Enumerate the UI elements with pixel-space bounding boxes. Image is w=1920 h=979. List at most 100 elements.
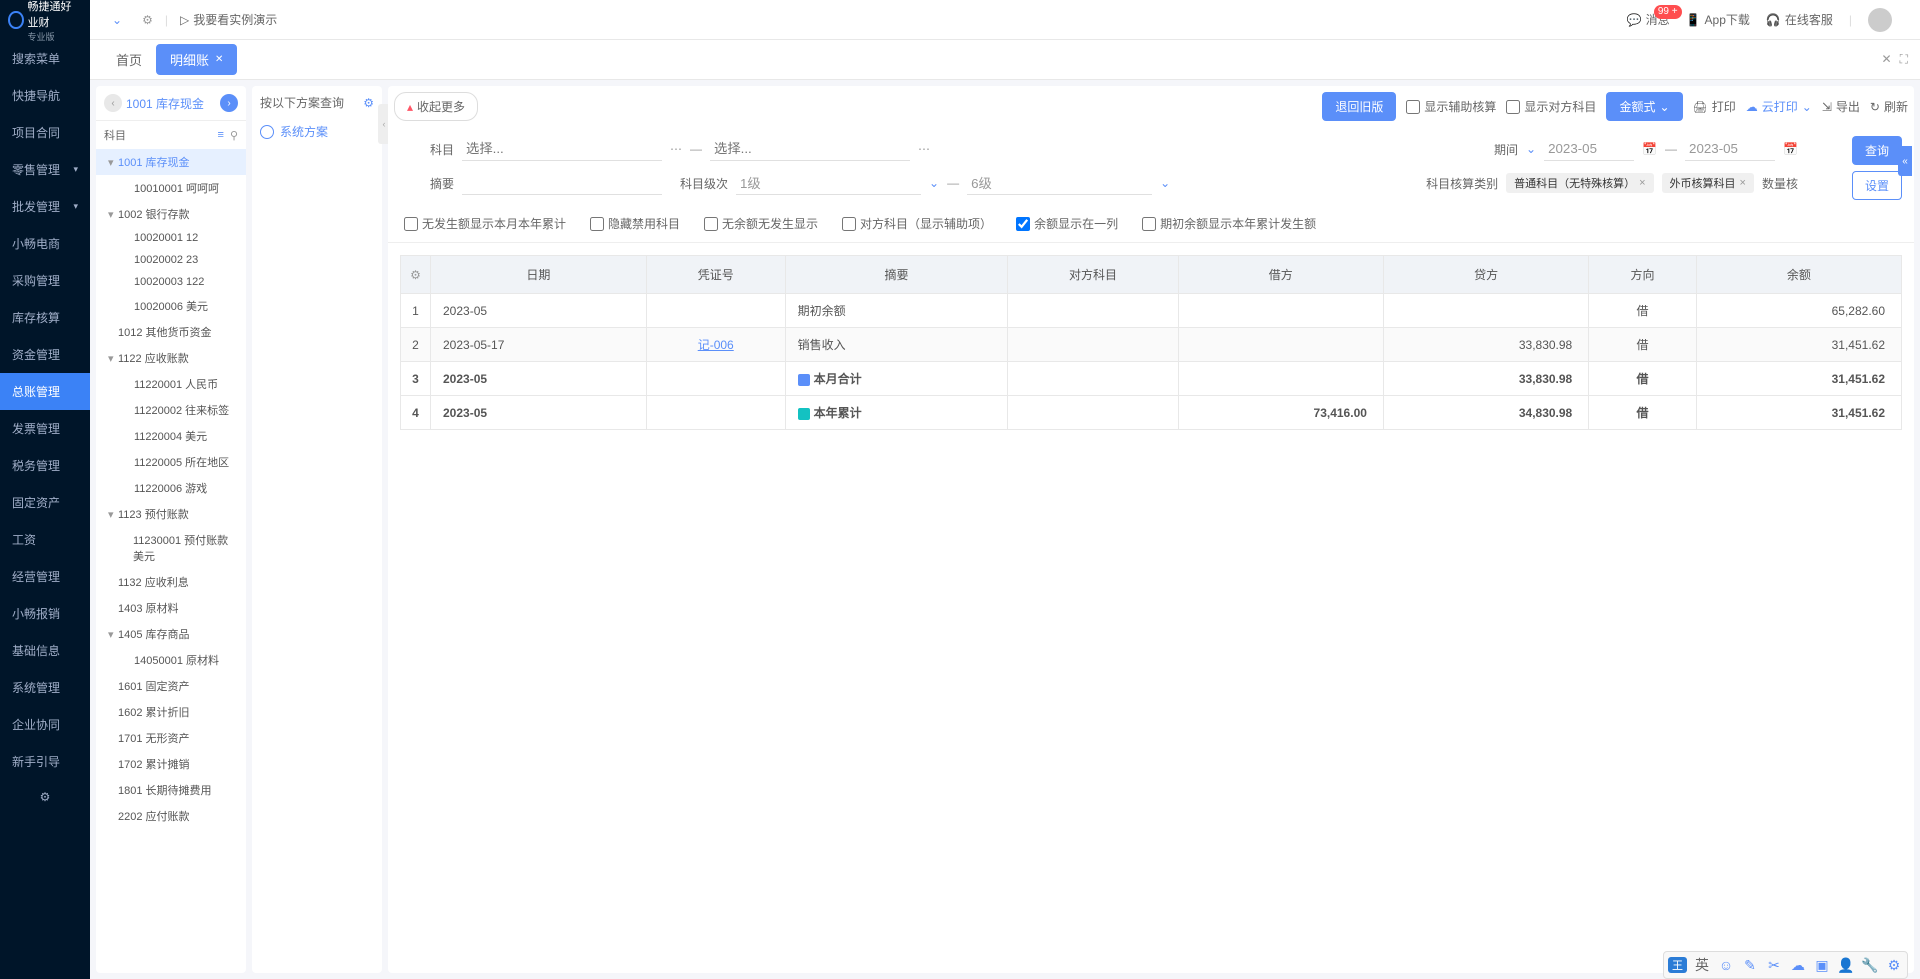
- account-tree-node[interactable]: 10020006 美元: [96, 293, 246, 319]
- period-from-input[interactable]: [1544, 137, 1634, 161]
- sidebar-item[interactable]: 零售管理▾: [0, 151, 90, 188]
- cloud-print-button[interactable]: ☁云打印⌄: [1746, 98, 1812, 115]
- ime-gear-icon[interactable]: ⚙: [1885, 956, 1903, 974]
- sidebar-item[interactable]: 小畅报销: [0, 595, 90, 632]
- account-tree-node[interactable]: 1132 应收利息: [96, 569, 246, 595]
- subject-to-input[interactable]: [710, 137, 910, 161]
- account-tree-node[interactable]: 1403 原材料: [96, 595, 246, 621]
- aux-checkbox[interactable]: 显示辅助核算: [1406, 98, 1496, 115]
- period-to-input[interactable]: [1685, 137, 1775, 161]
- sidebar-item[interactable]: 快捷导航: [0, 77, 90, 114]
- account-tree-node[interactable]: 1701 无形资产: [96, 725, 246, 751]
- sidebar-item[interactable]: 总账管理: [0, 373, 90, 410]
- sidebar-item[interactable]: 资金管理: [0, 336, 90, 373]
- check-opening-year[interactable]: 期初余额显示本年累计发生额: [1142, 215, 1316, 232]
- sidebar-item[interactable]: 新手引导: [0, 743, 90, 780]
- export-button[interactable]: ⇲导出: [1822, 98, 1860, 115]
- scheme-gear-icon[interactable]: ⚙: [363, 96, 374, 110]
- account-tree-node[interactable]: 11220006 游戏: [96, 475, 246, 501]
- account-tree-node[interactable]: 10020001 12: [96, 227, 246, 249]
- app-download-button[interactable]: 📱 App下载: [1686, 11, 1750, 28]
- account-tree-node[interactable]: 1602 累计折旧: [96, 699, 246, 725]
- close-icon[interactable]: ×: [1740, 177, 1746, 189]
- account-tree-node[interactable]: 11220001 人民币: [96, 371, 246, 397]
- account-tree[interactable]: ▾1001 库存现金10010001 呵呵呵▾1002 银行存款10020001…: [96, 149, 246, 973]
- calendar-icon[interactable]: 📅: [1783, 142, 1798, 156]
- sidebar-item[interactable]: 搜索菜单: [0, 40, 90, 77]
- ime-person-icon[interactable]: 👤: [1837, 956, 1855, 974]
- account-tree-node[interactable]: 10020003 122: [96, 271, 246, 293]
- more-icon[interactable]: ⋯: [918, 142, 930, 156]
- account-tree-node[interactable]: ▾1002 银行存款: [96, 201, 246, 227]
- sidebar-item[interactable]: 采购管理: [0, 262, 90, 299]
- query-button[interactable]: 查询: [1852, 136, 1902, 165]
- chevron-down-icon[interactable]: ⌄: [1526, 142, 1536, 156]
- account-tree-node[interactable]: 1601 固定资产: [96, 673, 246, 699]
- account-tree-node[interactable]: 11230001 预付账款美元: [96, 527, 246, 569]
- gear-icon[interactable]: ⚙: [142, 13, 153, 27]
- ime-badge[interactable]: 王: [1668, 957, 1687, 973]
- account-tree-node[interactable]: 11220005 所在地区: [96, 449, 246, 475]
- collapse-more-button[interactable]: ▴ 收起更多: [394, 92, 478, 121]
- filter-icon[interactable]: ⚲: [230, 129, 238, 142]
- summary-input[interactable]: [462, 171, 662, 195]
- account-tree-node[interactable]: 11220002 往来标签: [96, 397, 246, 423]
- sidebar-item[interactable]: 小畅电商: [0, 225, 90, 262]
- account-tree-node[interactable]: ▾1123 预付账款: [96, 501, 246, 527]
- level-to-input[interactable]: [967, 171, 1152, 195]
- ime-image-icon[interactable]: ▣: [1813, 956, 1831, 974]
- print-button[interactable]: 🖨打印: [1693, 98, 1736, 115]
- check-balance-one-col[interactable]: 余额显示在一列: [1016, 215, 1118, 232]
- check-no-amount-month[interactable]: 无发生额显示本月本年累计: [404, 215, 566, 232]
- account-tree-node[interactable]: 10020002 23: [96, 249, 246, 271]
- check-opposite-aux[interactable]: 对方科目（显示辅助项）: [842, 215, 992, 232]
- old-version-button[interactable]: 退回旧版: [1322, 92, 1396, 121]
- account-tree-node[interactable]: 2202 应付账款: [96, 803, 246, 829]
- ime-cloud-icon[interactable]: ☁: [1789, 956, 1807, 974]
- fullscreen-icon[interactable]: ⛶: [1900, 52, 1908, 67]
- refresh-button[interactable]: ↻刷新: [1870, 98, 1908, 115]
- calendar-icon[interactable]: 📅: [1642, 142, 1657, 156]
- sidebar-item[interactable]: 批发管理▾: [0, 188, 90, 225]
- account-tree-node[interactable]: 1702 累计摊销: [96, 751, 246, 777]
- settings-button[interactable]: 设置: [1852, 171, 1902, 200]
- more-icon[interactable]: ⋯: [670, 142, 682, 156]
- sidebar-item[interactable]: 税务管理: [0, 447, 90, 484]
- collapse-filter-handle[interactable]: «: [1898, 146, 1912, 176]
- close-tab-icon[interactable]: ✕: [1882, 52, 1892, 67]
- account-tree-node[interactable]: ▾1405 库存商品: [96, 621, 246, 647]
- system-scheme[interactable]: 系统方案: [260, 119, 374, 144]
- check-no-balance[interactable]: 无余额无发生显示: [704, 215, 818, 232]
- sidebar-item[interactable]: 企业协同: [0, 706, 90, 743]
- ime-smile-icon[interactable]: ☺: [1717, 956, 1735, 974]
- gear-icon[interactable]: ⚙: [410, 268, 421, 282]
- tree-prev-button[interactable]: ‹: [104, 94, 122, 112]
- level-from-input[interactable]: [736, 171, 921, 195]
- demo-link[interactable]: ▷ 我要看实例演示: [180, 11, 277, 28]
- account-tree-node[interactable]: 10010001 呵呵呵: [96, 175, 246, 201]
- tag-normal-subject[interactable]: 普通科目（无特殊核算）×: [1506, 173, 1653, 193]
- tree-next-button[interactable]: ›: [220, 94, 238, 112]
- ime-wrench-icon[interactable]: 🔧: [1861, 956, 1879, 974]
- check-hide-disabled[interactable]: 隐藏禁用科目: [590, 215, 680, 232]
- sidebar-item[interactable]: 经营管理: [0, 558, 90, 595]
- online-service-button[interactable]: 🎧 在线客服: [1766, 11, 1833, 28]
- ime-edit-icon[interactable]: ✎: [1741, 956, 1759, 974]
- chevron-down-icon[interactable]: ⌄: [1160, 176, 1170, 190]
- account-tree-node[interactable]: 14050001 原材料: [96, 647, 246, 673]
- tab-detail-ledger[interactable]: 明细账 ✕: [156, 44, 237, 75]
- sidebar-item[interactable]: 库存核算: [0, 299, 90, 336]
- close-icon[interactable]: ×: [1639, 177, 1645, 189]
- account-tree-node[interactable]: ▾1001 库存现金: [96, 149, 246, 175]
- company-selector[interactable]: ⌄: [100, 9, 130, 31]
- ime-lang[interactable]: 英: [1693, 956, 1711, 974]
- sidebar-item[interactable]: 项目合同: [0, 114, 90, 151]
- tag-foreign-currency[interactable]: 外币核算科目×: [1662, 173, 1754, 193]
- account-tree-node[interactable]: 1012 其他货币资金: [96, 319, 246, 345]
- opposite-checkbox[interactable]: 显示对方科目: [1506, 98, 1596, 115]
- account-tree-node[interactable]: 11220004 美元: [96, 423, 246, 449]
- subject-from-input[interactable]: [462, 137, 662, 161]
- sidebar-item[interactable]: 固定资产: [0, 484, 90, 521]
- voucher-link[interactable]: 记-006: [698, 338, 734, 352]
- user-avatar[interactable]: [1868, 8, 1892, 32]
